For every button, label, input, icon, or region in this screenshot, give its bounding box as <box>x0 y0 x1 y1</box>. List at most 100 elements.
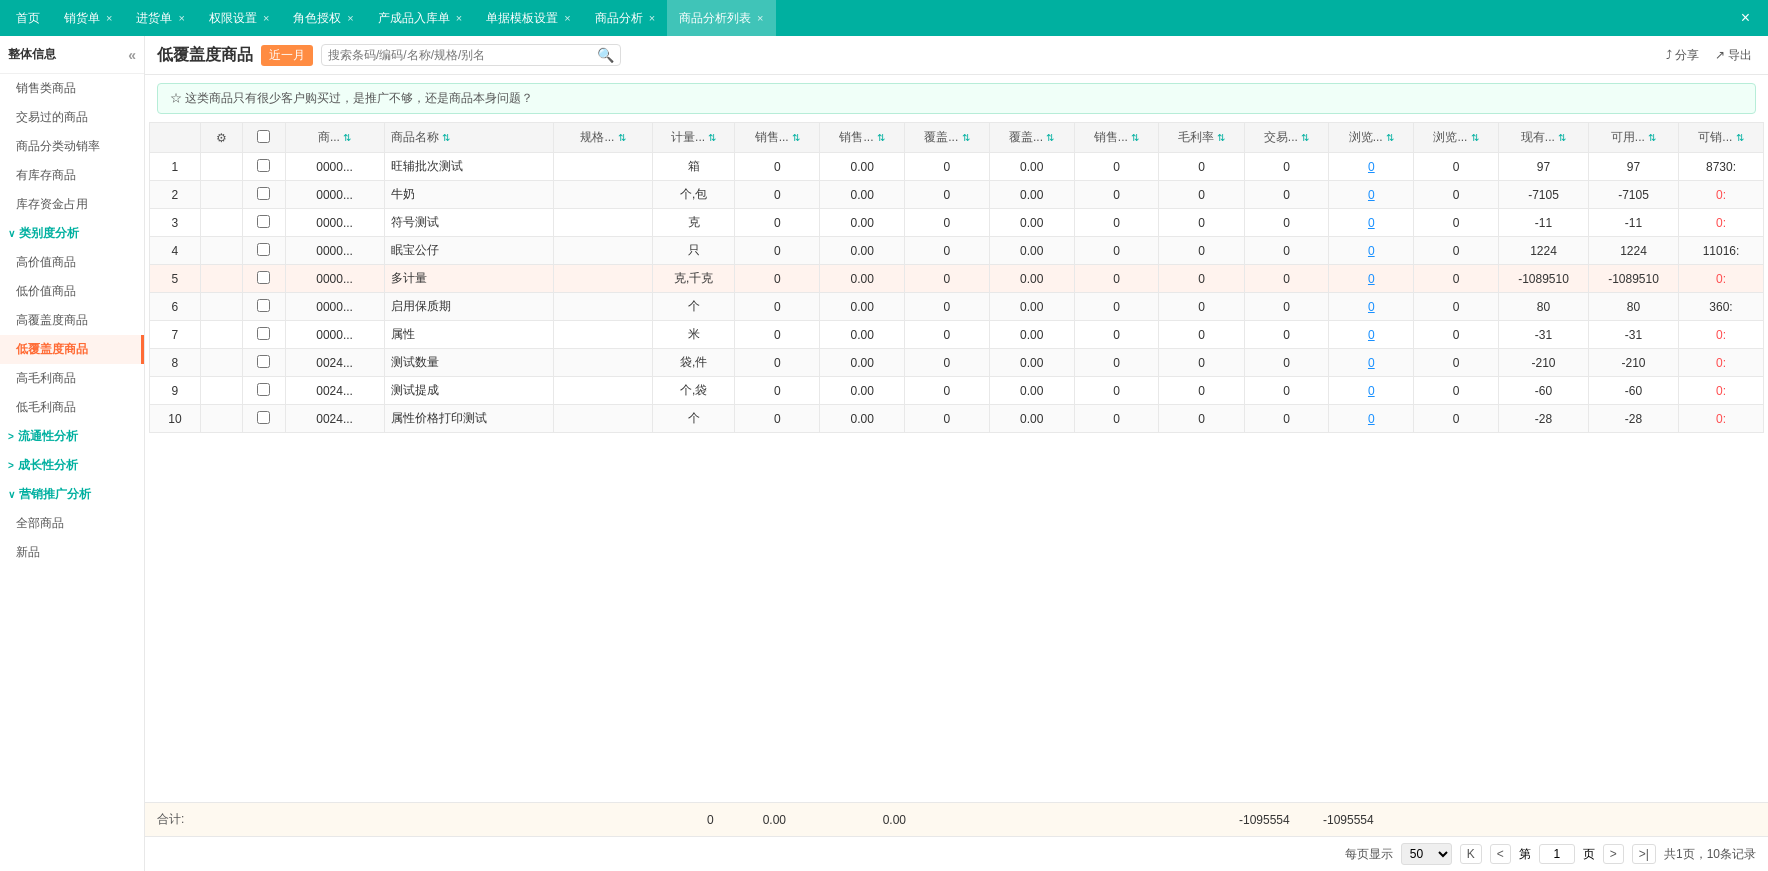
sidebar-item-low-value[interactable]: 低价值商品 <box>0 277 144 306</box>
select-all-checkbox[interactable] <box>257 130 270 143</box>
close-icon[interactable]: × <box>347 12 353 24</box>
browse-link[interactable]: 0 <box>1368 328 1375 342</box>
table-wrapper[interactable]: ⚙ 商... ⇅ 商品名称 ⇅ 规格... ⇅ 计量... ⇅ 销售... ⇅ … <box>145 122 1768 802</box>
cell-checkbox[interactable] <box>243 209 285 237</box>
prev-page-button[interactable]: < <box>1490 844 1511 864</box>
cell-browse1[interactable]: 0 <box>1329 265 1414 293</box>
close-icon[interactable]: × <box>263 12 269 24</box>
nav-tab-analysis[interactable]: 商品分析 × <box>583 0 667 36</box>
next-page-button[interactable]: > <box>1603 844 1624 864</box>
sidebar-section-marketing[interactable]: ∨ 营销推广分析 <box>0 480 144 509</box>
page-input[interactable] <box>1539 844 1575 864</box>
cell-browse1[interactable]: 0 <box>1329 209 1414 237</box>
sidebar-item-traded-goods[interactable]: 交易过的商品 <box>0 103 144 132</box>
sidebar-item-high-coverage[interactable]: 高覆盖度商品 <box>0 306 144 335</box>
sidebar-item-low-margin[interactable]: 低毛利商品 <box>0 393 144 422</box>
first-page-button[interactable]: K <box>1460 844 1482 864</box>
browse-link[interactable]: 0 <box>1368 300 1375 314</box>
cell-browse1[interactable]: 0 <box>1329 237 1414 265</box>
cell-browse1[interactable]: 0 <box>1329 293 1414 321</box>
col-header-sales-amt[interactable]: 销售... ⇅ <box>820 123 905 153</box>
sidebar-item-high-margin[interactable]: 高毛利商品 <box>0 364 144 393</box>
cell-browse1[interactable]: 0 <box>1329 181 1414 209</box>
col-header-sellable[interactable]: 可销... ⇅ <box>1679 123 1764 153</box>
col-header-available[interactable]: 可用... ⇅ <box>1589 123 1679 153</box>
row-checkbox[interactable] <box>257 271 270 284</box>
share-button[interactable]: ⤴ 分享 <box>1662 45 1703 66</box>
last-page-button[interactable]: >| <box>1632 844 1656 864</box>
col-header-checkbox[interactable] <box>243 123 285 153</box>
sidebar-item-stock-fund[interactable]: 库存资金占用 <box>0 190 144 219</box>
col-header-sales-r[interactable]: 销售... ⇅ <box>1074 123 1159 153</box>
period-button[interactable]: 近一月 <box>261 45 313 66</box>
close-icon[interactable]: × <box>757 12 763 24</box>
row-checkbox[interactable] <box>257 383 270 396</box>
cell-browse1[interactable]: 0 <box>1329 405 1414 433</box>
cell-checkbox[interactable] <box>243 265 285 293</box>
cell-browse1[interactable]: 0 <box>1329 377 1414 405</box>
row-checkbox[interactable] <box>257 159 270 172</box>
export-button[interactable]: ↗ 导出 <box>1711 45 1756 66</box>
close-icon[interactable]: × <box>456 12 462 24</box>
col-header-browse2[interactable]: 浏览... ⇅ <box>1414 123 1499 153</box>
sidebar-section-category[interactable]: ∨ 类别度分析 <box>0 219 144 248</box>
col-header-name[interactable]: 商品名称 ⇅ <box>384 123 554 153</box>
sidebar-section-growth[interactable]: > 成长性分析 <box>0 451 144 480</box>
col-header-browse1[interactable]: 浏览... ⇅ <box>1329 123 1414 153</box>
browse-link[interactable]: 0 <box>1368 160 1375 174</box>
nav-tab-sales[interactable]: 销货单 × <box>52 0 124 36</box>
cell-checkbox[interactable] <box>243 321 285 349</box>
cell-browse1[interactable]: 0 <box>1329 321 1414 349</box>
col-header-code[interactable]: 商... ⇅ <box>285 123 384 153</box>
browse-link[interactable]: 0 <box>1368 384 1375 398</box>
nav-tab-products[interactable]: 产成品入库单 × <box>366 0 474 36</box>
sidebar-item-stocked[interactable]: 有库存商品 <box>0 161 144 190</box>
row-checkbox[interactable] <box>257 215 270 228</box>
nav-tab-home[interactable]: 首页 <box>4 0 52 36</box>
cell-checkbox[interactable] <box>243 153 285 181</box>
page-size-select[interactable]: 50 100 200 <box>1401 843 1452 865</box>
cell-checkbox[interactable] <box>243 405 285 433</box>
close-icon[interactable]: × <box>649 12 655 24</box>
nav-tab-template[interactable]: 单据模板设置 × <box>474 0 582 36</box>
browse-link[interactable]: 0 <box>1368 216 1375 230</box>
cell-checkbox[interactable] <box>243 181 285 209</box>
col-header-unit[interactable]: 计量... ⇅ <box>653 123 735 153</box>
close-icon[interactable]: × <box>564 12 570 24</box>
browse-link[interactable]: 0 <box>1368 356 1375 370</box>
close-icon[interactable]: × <box>106 12 112 24</box>
row-checkbox[interactable] <box>257 411 270 424</box>
cell-browse1[interactable]: 0 <box>1329 349 1414 377</box>
cell-checkbox[interactable] <box>243 237 285 265</box>
row-checkbox[interactable] <box>257 243 270 256</box>
browse-link[interactable]: 0 <box>1368 244 1375 258</box>
collapse-icon[interactable]: « <box>128 47 136 63</box>
col-header-sales-qty[interactable]: 销售... ⇅ <box>735 123 820 153</box>
col-header-settings[interactable]: ⚙ <box>200 123 242 153</box>
close-all-button[interactable]: × <box>1727 9 1764 27</box>
sidebar-item-category-rate[interactable]: 商品分类动销率 <box>0 132 144 161</box>
col-header-cov1[interactable]: 覆盖... ⇅ <box>905 123 990 153</box>
sidebar-item-low-coverage[interactable]: 低覆盖度商品 <box>0 335 144 364</box>
browse-link[interactable]: 0 <box>1368 272 1375 286</box>
sidebar-item-all-goods[interactable]: 全部商品 <box>0 509 144 538</box>
cell-checkbox[interactable] <box>243 293 285 321</box>
cell-browse1[interactable]: 0 <box>1329 153 1414 181</box>
sidebar-item-high-value[interactable]: 高价值商品 <box>0 248 144 277</box>
close-icon[interactable]: × <box>178 12 184 24</box>
sidebar-section-flow[interactable]: > 流通性分析 <box>0 422 144 451</box>
col-header-spec[interactable]: 规格... ⇅ <box>554 123 653 153</box>
col-header-gross[interactable]: 毛利率 ⇅ <box>1159 123 1244 153</box>
sidebar-item-new-goods[interactable]: 新品 <box>0 538 144 567</box>
col-header-cov2[interactable]: 覆盖... ⇅ <box>989 123 1074 153</box>
row-checkbox[interactable] <box>257 355 270 368</box>
sidebar-header[interactable]: 整体信息 « <box>0 36 144 74</box>
row-checkbox[interactable] <box>257 299 270 312</box>
cell-checkbox[interactable] <box>243 349 285 377</box>
browse-link[interactable]: 0 <box>1368 188 1375 202</box>
nav-tab-purchase[interactable]: 进货单 × <box>124 0 196 36</box>
browse-link[interactable]: 0 <box>1368 412 1375 426</box>
col-header-current[interactable]: 现有... ⇅ <box>1498 123 1588 153</box>
sidebar-item-sales-goods[interactable]: 销售类商品 <box>0 74 144 103</box>
row-checkbox[interactable] <box>257 327 270 340</box>
